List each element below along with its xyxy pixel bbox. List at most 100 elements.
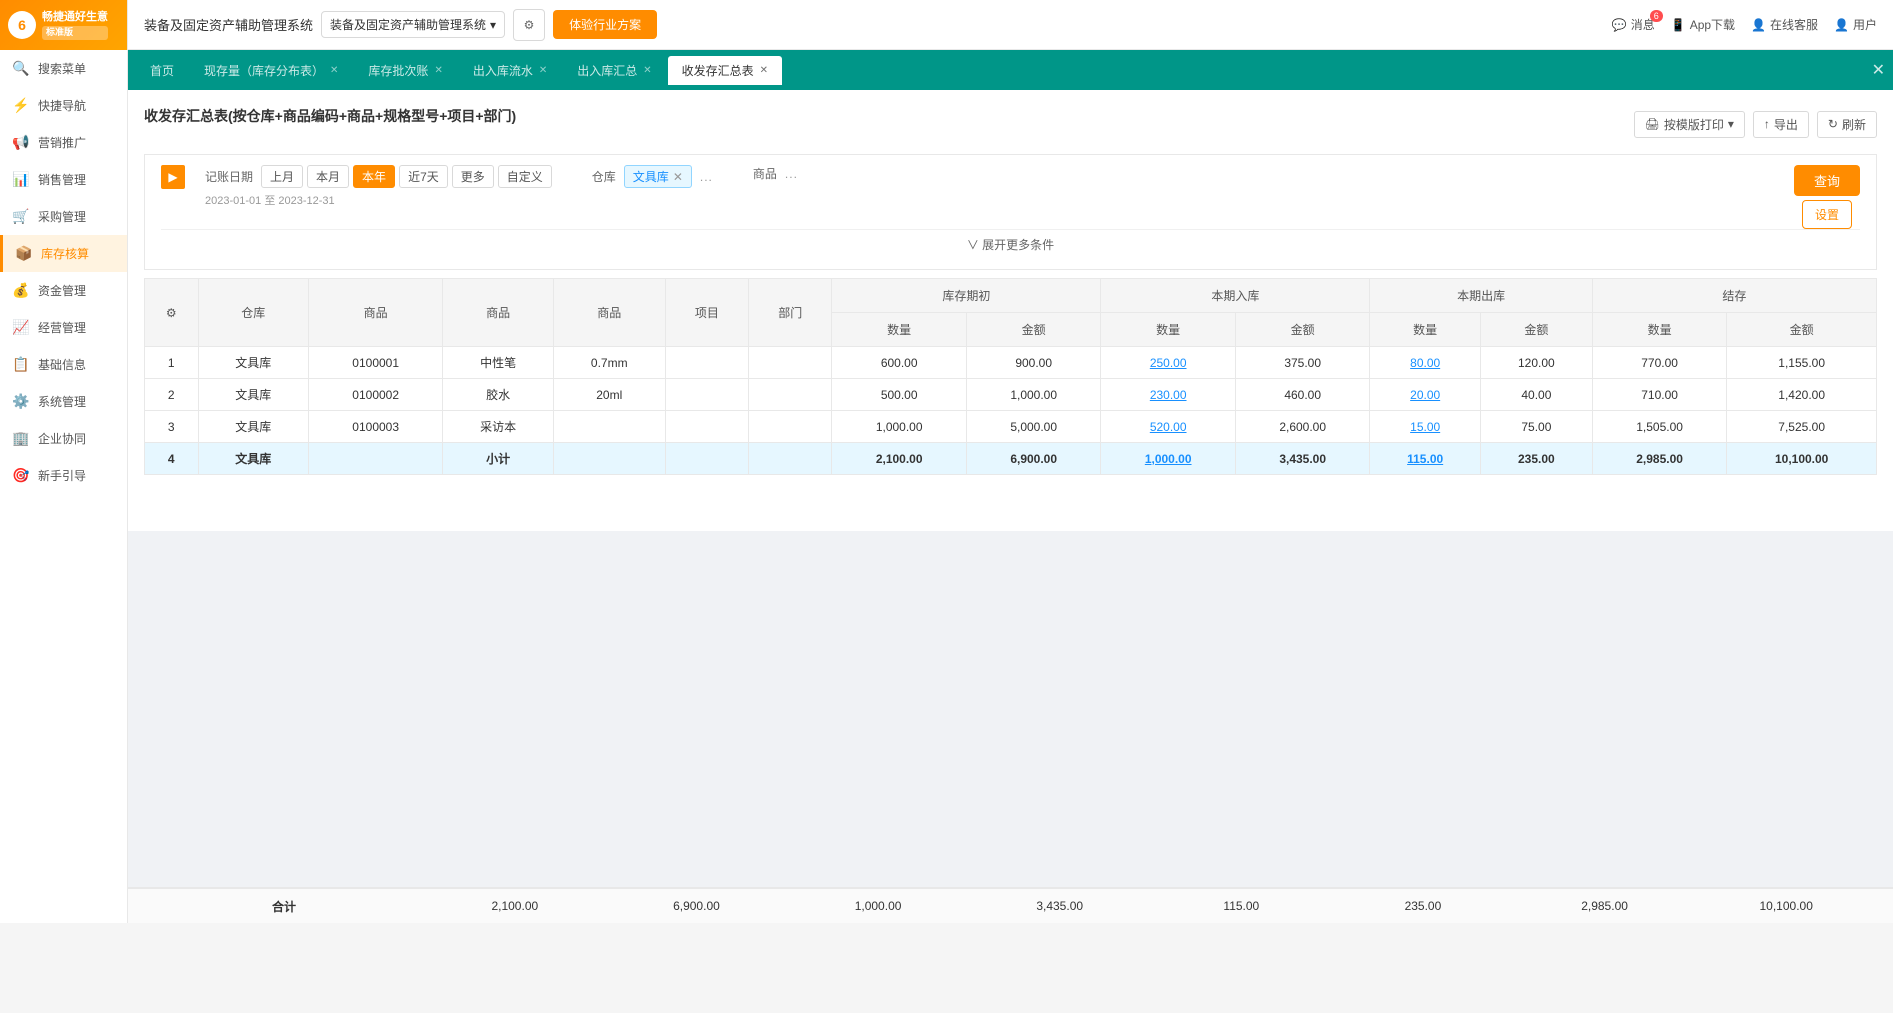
messages-button[interactable]: 💬 消息 6	[1612, 16, 1655, 33]
table-cell: 120.00	[1480, 347, 1592, 379]
sidebar-item-label: 营销推广	[38, 134, 86, 151]
system-select[interactable]: 装备及固定资产辅助管理系统 ▾	[321, 11, 505, 38]
table-cell[interactable]: 250.00	[1101, 347, 1236, 379]
date-btn-more[interactable]: 更多	[452, 165, 494, 188]
online-service-button[interactable]: 👤 在线客服	[1751, 16, 1818, 33]
sidebar-item-finance[interactable]: 💰资金管理	[0, 272, 127, 309]
tab-close-icon[interactable]: ✕	[643, 65, 651, 76]
tab-2[interactable]: 库存批次账✕	[354, 56, 456, 85]
table-header-group-row: ⚙ 仓库 商品 商品 商品 项目 部门 库存期初 本期入库 本期出库 结存	[145, 279, 1877, 313]
date-label: 记账日期	[205, 168, 253, 185]
tab-4[interactable]: 出入库汇总✕	[563, 56, 665, 85]
sidebar-item-quick-nav[interactable]: ⚡快捷导航	[0, 87, 127, 124]
th-dept: 部门	[749, 279, 832, 347]
export-icon: ↑	[1764, 117, 1770, 131]
table-cell: 6,900.00	[966, 443, 1101, 475]
gear-button[interactable]: ⚙	[513, 9, 545, 41]
table-cell[interactable]: 1,000.00	[1101, 443, 1236, 475]
date-btn-this-month[interactable]: 本月	[307, 165, 349, 188]
query-button[interactable]: 查询	[1794, 165, 1860, 196]
date-btn-7days[interactable]: 近7天	[399, 165, 448, 188]
table-cell[interactable]: 230.00	[1101, 379, 1236, 411]
user-label: 用户	[1853, 16, 1877, 33]
table-cell: 1,420.00	[1727, 379, 1877, 411]
table-cell	[665, 347, 748, 379]
tab-3[interactable]: 出入库流水✕	[459, 56, 561, 85]
refresh-button[interactable]: ↻ 刷新	[1817, 111, 1877, 138]
th-group-bal: 结存	[1592, 279, 1876, 313]
tabbar-close-button[interactable]: ✕	[1872, 60, 1885, 80]
tab-5[interactable]: 收发存汇总表✕	[668, 56, 782, 85]
th-out-amt: 金额	[1480, 313, 1592, 347]
th-warehouse: 仓库	[198, 279, 308, 347]
date-btn-custom[interactable]: 自定义	[498, 165, 552, 188]
table-cell[interactable]: 20.00	[1370, 379, 1480, 411]
table-cell: 1	[145, 347, 199, 379]
table-cell[interactable]: 115.00	[1370, 443, 1480, 475]
warehouse-more-dots[interactable]: ...	[700, 170, 713, 184]
guide-icon: 🎯	[12, 467, 30, 484]
sidebar-item-inventory[interactable]: 📦库存核算	[0, 235, 127, 272]
date-btn-last-month[interactable]: 上月	[261, 165, 303, 188]
table-cell: 文具库	[198, 411, 308, 443]
main-content: 收发存汇总表(按仓库+商品编码+商品+规格型号+项目+部门) 🖨 按模版打印 ▾…	[128, 90, 1893, 923]
app-download-button[interactable]: 📱 App下载	[1671, 16, 1735, 33]
tab-close-icon[interactable]: ✕	[434, 65, 442, 76]
th-open-qty: 数量	[832, 313, 967, 347]
th-group-in: 本期入库	[1101, 279, 1370, 313]
footer-label: 合计	[144, 898, 424, 915]
system-title: 装备及固定资产辅助管理系统	[144, 15, 313, 34]
user-icon: 👤	[1834, 18, 1849, 32]
th-open-amt: 金额	[966, 313, 1101, 347]
tab-1[interactable]: 现存量（库存分布表）✕	[190, 56, 352, 85]
table-row: 3文具库0100003采访本1,000.005,000.00520.002,60…	[145, 411, 1877, 443]
sidebar-item-sales[interactable]: 📊销售管理	[0, 161, 127, 198]
warehouse-tag-close[interactable]: ✕	[673, 170, 683, 184]
th-project: 项目	[665, 279, 748, 347]
tab-close-icon[interactable]: ✕	[539, 65, 547, 76]
goods-more-dots[interactable]: ...	[785, 167, 798, 181]
table-row: 2文具库0100002胶水20ml500.001,000.00230.00460…	[145, 379, 1877, 411]
print-button[interactable]: 🖨 按模版打印 ▾	[1634, 111, 1745, 138]
filter-settings-button[interactable]: 设置	[1802, 200, 1852, 229]
sidebar-item-system[interactable]: ⚙️系统管理	[0, 383, 127, 420]
sidebar-item-base-info[interactable]: 📋基础信息	[0, 346, 127, 383]
date-btn-this-year[interactable]: 本年	[353, 165, 395, 188]
sidebar-item-guide[interactable]: 🎯新手引导	[0, 457, 127, 494]
search-icon: 🔍	[12, 60, 30, 77]
table-cell: 1,155.00	[1727, 347, 1877, 379]
export-button[interactable]: ↑ 导出	[1753, 111, 1809, 138]
expand-more-button[interactable]: ∨ 展开更多条件	[161, 229, 1860, 259]
tab-close-icon[interactable]: ✕	[330, 65, 338, 76]
table-cell: 小计	[443, 443, 553, 475]
table-row: 1文具库0100001中性笔0.7mm600.00900.00250.00375…	[145, 347, 1877, 379]
table-cell: 文具库	[198, 347, 308, 379]
sidebar-item-label: 企业协同	[38, 430, 86, 447]
table-cell[interactable]: 80.00	[1370, 347, 1480, 379]
experience-button[interactable]: 体验行业方案	[553, 10, 657, 39]
tab-0[interactable]: 首页	[136, 56, 188, 85]
sidebar-item-marketing[interactable]: 📢营销推广	[0, 124, 127, 161]
user-button[interactable]: 👤 用户	[1834, 16, 1877, 33]
th-in-qty: 数量	[1101, 313, 1236, 347]
sidebar-item-purchase[interactable]: 🛒采购管理	[0, 198, 127, 235]
sidebar-item-operations[interactable]: 📈经营管理	[0, 309, 127, 346]
sidebar-item-search[interactable]: 🔍搜索菜单	[0, 50, 127, 87]
filter-section: ▶ 记账日期 上月 本月 本年 近7天 更多 自定义 2023-01-0	[144, 154, 1877, 270]
sidebar-item-enterprise[interactable]: 🏢企业协同	[0, 420, 127, 457]
table-cell: 2	[145, 379, 199, 411]
table-cell	[665, 443, 748, 475]
sidebar: 6 畅捷通好生意 标准版 🔍搜索菜单⚡快捷导航📢营销推广📊销售管理🛒采购管理📦库…	[0, 0, 128, 923]
filter-toggle-arrow[interactable]: ▶	[161, 165, 185, 189]
phone-icon: 📱	[1671, 18, 1686, 32]
tab-close-icon[interactable]: ✕	[760, 65, 768, 76]
table-cell[interactable]: 15.00	[1370, 411, 1480, 443]
goods-label: 商品	[753, 165, 777, 182]
table-cell: 采访本	[443, 411, 553, 443]
th-code: 商品	[308, 279, 443, 347]
sidebar-item-label: 基础信息	[38, 356, 86, 373]
printer-icon: 🖨	[1645, 117, 1660, 131]
footer-in-amt: 3,435.00	[969, 899, 1151, 913]
sidebar-item-label: 销售管理	[38, 171, 86, 188]
table-cell[interactable]: 520.00	[1101, 411, 1236, 443]
